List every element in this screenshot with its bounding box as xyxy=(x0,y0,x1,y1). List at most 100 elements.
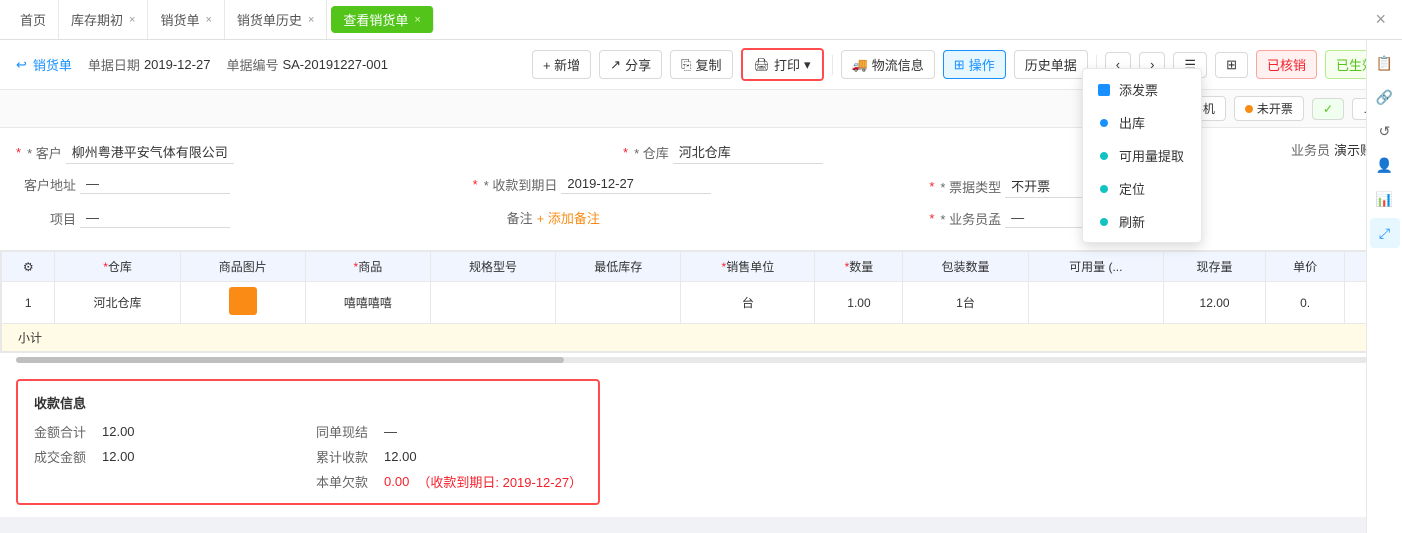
menu-out-warehouse[interactable]: 出库 xyxy=(1083,106,1201,139)
menu-locate[interactable]: 定位 xyxy=(1083,172,1201,205)
sidebar-link-icon[interactable]: 🔗 xyxy=(1370,82,1400,112)
row-sales-unit: 台 xyxy=(681,282,815,324)
row-warehouse: 河北仓库 xyxy=(55,282,180,324)
tab-close-icon[interactable]: × xyxy=(205,14,211,26)
warehouse-label: * 仓库 xyxy=(634,143,669,162)
project-label: 项目 xyxy=(16,209,76,228)
operation-button[interactable]: ⊞ 操作 xyxy=(943,50,1006,79)
sidebar-clipboard-icon[interactable]: 📋 xyxy=(1370,48,1400,78)
separator xyxy=(832,55,833,75)
out-warehouse-icon xyxy=(1097,116,1111,130)
sold-status-label: 已核销 xyxy=(1267,58,1306,73)
tab-label: 库存期初 xyxy=(71,10,123,29)
col-stock: 现存量 xyxy=(1164,252,1266,282)
row-qty: 1.00 xyxy=(815,282,903,324)
number-label: 单据编号 xyxy=(226,55,278,74)
col-sales-unit: *销售单位 xyxy=(681,252,815,282)
subtotal-row: 小计 xyxy=(2,324,1401,352)
doc-title: 销货单 xyxy=(33,55,72,74)
customer-value[interactable]: 柳州粤港平安气体有限公司 xyxy=(66,140,234,164)
menu-refresh[interactable]: 刷新 xyxy=(1083,205,1201,238)
not-opened-button[interactable]: 未开票 xyxy=(1234,96,1304,121)
sidebar-expand-icon[interactable]: ⤢ xyxy=(1370,218,1400,248)
sold-status-button[interactable]: 已核销 xyxy=(1256,50,1317,79)
address-value[interactable]: — xyxy=(80,174,230,194)
cumulative-row: 累计收款 12.00 xyxy=(316,447,582,466)
col-pkg-qty: 包装数量 xyxy=(903,252,1028,282)
row-image xyxy=(180,282,305,324)
tab-close-icon[interactable]: × xyxy=(308,14,314,26)
address-label: 客户地址 xyxy=(16,175,76,194)
logistics-label: 物流信息 xyxy=(872,55,924,74)
col-unit-price: 单价 xyxy=(1266,252,1345,282)
address-field: 客户地址 — xyxy=(16,174,473,194)
check-button[interactable]: ✓ xyxy=(1312,98,1344,120)
locate-label: 定位 xyxy=(1119,179,1145,198)
col-qty: *数量 xyxy=(815,252,903,282)
window-close-button[interactable]: × xyxy=(1367,9,1394,30)
col-gear[interactable]: ⚙ xyxy=(2,252,55,282)
menu-available-qty[interactable]: 可用量提取 xyxy=(1083,139,1201,172)
share-button[interactable]: ↗ 分享 xyxy=(599,50,662,79)
tab-close-icon[interactable]: × xyxy=(129,14,135,26)
right-sidebar: 📋 🔗 ↺ 👤 📊 ⤢ xyxy=(1366,40,1402,533)
date-value: 2019-12-27 xyxy=(144,57,211,72)
add-note-link[interactable]: + 添加备注 xyxy=(537,208,600,227)
project-value[interactable]: — xyxy=(80,208,230,228)
refresh-icon xyxy=(1097,215,1111,229)
current-owe-value: 0.00 xyxy=(384,474,409,489)
date-label: 单据日期 xyxy=(88,55,140,74)
tab-close-icon[interactable]: × xyxy=(414,14,420,26)
new-label: + 新增 xyxy=(543,55,580,74)
logistics-button[interactable]: 🚚 物流信息 xyxy=(841,50,935,79)
same-order-value: — xyxy=(384,424,397,439)
copy-button[interactable]: ⎘ 复制 xyxy=(670,50,732,79)
print-button[interactable]: 🖨 打印 ▾ xyxy=(744,51,821,78)
sidebar-chart-icon[interactable]: 📊 xyxy=(1370,184,1400,214)
data-table: ⚙ *仓库 商品图片 *商品 规格型号 最低库存 *销售单位 *数量 包装数量 … xyxy=(1,251,1401,352)
payment-box-title: 收款信息 xyxy=(34,393,582,412)
col-product: *商品 xyxy=(305,252,430,282)
new-button[interactable]: + 新增 xyxy=(532,50,591,79)
sidebar-refresh-icon[interactable]: ↺ xyxy=(1370,116,1400,146)
grid-icon: ⊞ xyxy=(1226,57,1237,73)
row-seq: 1 xyxy=(2,282,55,324)
row-pkg-qty: 1台 xyxy=(903,282,1028,324)
tab-bar: 首页 库存期初 × 销货单 × 销货单历史 × 查看销货单 × × xyxy=(0,0,1402,40)
customer-field: * * 客户 柳州粤港平安气体有限公司 xyxy=(16,140,623,164)
tab-sales-order[interactable]: 销货单 × xyxy=(148,0,224,39)
project-field: 项目 — xyxy=(16,208,473,228)
tab-sales-history[interactable]: 销货单历史 × xyxy=(225,0,327,39)
refresh-label: 刷新 xyxy=(1119,212,1145,231)
warehouse-value[interactable]: 河北仓库 xyxy=(673,140,823,164)
payment-grid: 金额合计 12.00 同单现结 — 成交金额 12.00 累计收款 12.00 xyxy=(34,422,582,491)
history-button[interactable]: 历史单据 xyxy=(1014,50,1088,79)
history-label: 历史单据 xyxy=(1025,55,1077,74)
add-invoice-icon xyxy=(1097,83,1111,97)
copy-icon: ⎘ xyxy=(681,57,691,73)
row-unit-price: 0. xyxy=(1266,282,1345,324)
scroll-bar[interactable] xyxy=(16,357,564,363)
tab-label: 销货单 xyxy=(160,10,199,29)
table-row: 1 河北仓库 嘻嘻嘻嘻 台 1.00 1台 12.00 0. xyxy=(2,282,1401,324)
salesperson-label: * 业务员孟 xyxy=(940,209,1001,228)
subtotal-label: 小计 xyxy=(2,324,1401,352)
menu-add-invoice[interactable]: 添发票 xyxy=(1083,73,1201,106)
tab-inventory-init[interactable]: 库存期初 × xyxy=(59,0,148,39)
tab-view-sales-order[interactable]: 查看销货单 × xyxy=(331,6,433,33)
tab-home[interactable]: 首页 xyxy=(8,0,59,39)
note-field: 备注 + 添加备注 xyxy=(473,208,930,227)
col-min-stock: 最低库存 xyxy=(556,252,681,282)
due-date-value[interactable]: 2019-12-27 xyxy=(561,174,711,194)
doc-icon: ↩ xyxy=(16,57,27,73)
amount-total-label: 金额合计 xyxy=(34,422,94,441)
current-owe-label: 本单欠款 xyxy=(316,472,376,491)
required-star3: * xyxy=(473,177,478,192)
add-invoice-label: 添发票 xyxy=(1119,80,1158,99)
table-wrapper: ⚙ *仓库 商品图片 *商品 规格型号 最低库存 *销售单位 *数量 包装数量 … xyxy=(0,250,1402,353)
col-available: 可用量 (... xyxy=(1028,252,1163,282)
view-grid-button[interactable]: ⊞ xyxy=(1215,52,1248,78)
sidebar-user-icon[interactable]: 👤 xyxy=(1370,150,1400,180)
tab-label: 首页 xyxy=(20,10,46,29)
operation-dropdown: 添发票 出库 可用量提取 定位 刷新 xyxy=(1082,68,1202,243)
